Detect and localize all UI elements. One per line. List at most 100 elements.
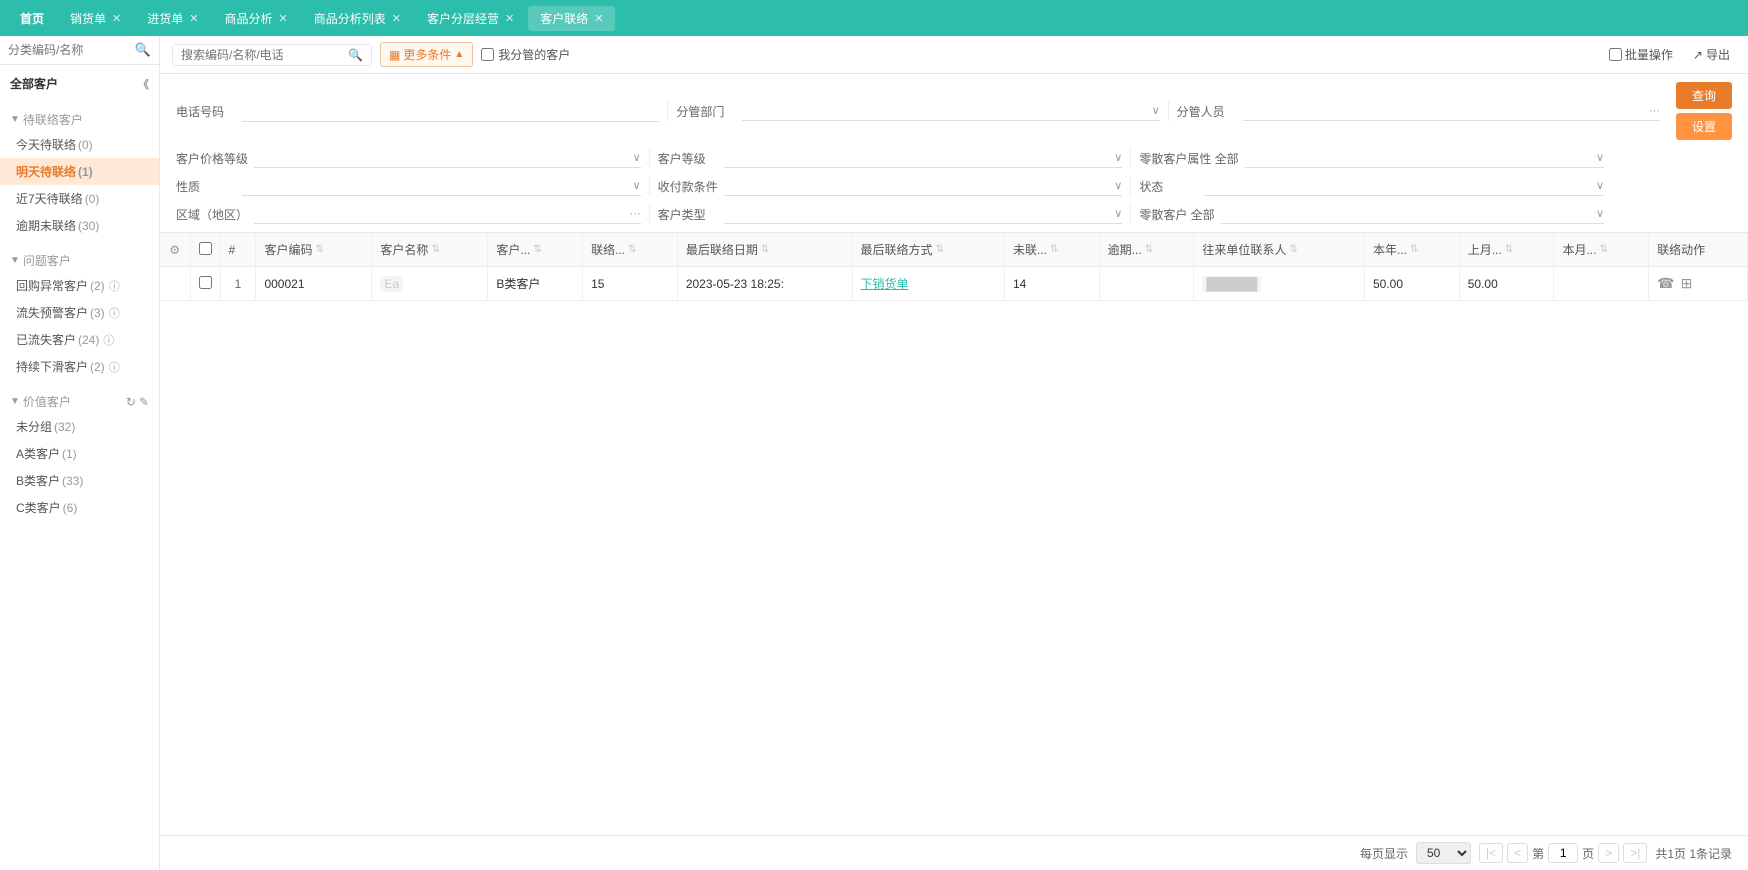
th-overdue[interactable]: 逾期... ⇅ bbox=[1099, 233, 1194, 267]
sidebar-item-class-b[interactable]: B类客户 (33) bbox=[0, 467, 159, 494]
nav-item-sales[interactable]: 销货单 ✕ bbox=[58, 6, 133, 31]
nav-item-goods-analysis[interactable]: 商品分析 ✕ bbox=[212, 6, 299, 31]
batch-checkbox[interactable] bbox=[1609, 48, 1622, 61]
divider-6 bbox=[1130, 176, 1131, 196]
filter-select-dept[interactable]: ∨ bbox=[742, 101, 1159, 121]
more-filter-btn[interactable]: ▦ 更多条件 ▲ bbox=[380, 42, 473, 67]
filter-input-phone[interactable] bbox=[242, 101, 659, 122]
search-input[interactable] bbox=[181, 48, 344, 62]
sidebar-item-churned[interactable]: 已流失客户 (24) ⓘ bbox=[0, 326, 159, 353]
th-last-month[interactable]: 上月... ⇅ bbox=[1459, 233, 1554, 267]
item-class-c-label: C类客户 bbox=[16, 499, 61, 516]
th-this-month[interactable]: 本月... ⇅ bbox=[1554, 233, 1649, 267]
nav-item-purchase[interactable]: 进货单 ✕ bbox=[135, 6, 210, 31]
th-name[interactable]: 客户名称 ⇅ bbox=[372, 233, 488, 267]
nav-goods-analysis-list-close[interactable]: ✕ bbox=[392, 12, 401, 25]
sidebar-group-header-value[interactable]: ▼ 价值客户 ↻ ✎ bbox=[0, 388, 159, 413]
th-contact-person[interactable]: 往来单位联系人 ⇅ bbox=[1194, 233, 1365, 267]
my-customers-checkbox[interactable] bbox=[481, 48, 494, 61]
batch-operation-btn[interactable]: 批量操作 bbox=[1603, 43, 1679, 66]
nav-goods-analysis-close[interactable]: ✕ bbox=[279, 12, 288, 25]
sidebar-item-class-a[interactable]: A类客户 (1) bbox=[0, 440, 159, 467]
filter-label-customer-level: 客户等级 bbox=[658, 150, 718, 167]
td-last-method-row1: 下销货单 bbox=[852, 267, 1004, 301]
my-customers-label: 我分管的客户 bbox=[498, 46, 570, 63]
more-action-icon[interactable]: ⊞ bbox=[1681, 275, 1693, 292]
sidebar-all-customers[interactable]: 全部客户 《 bbox=[0, 69, 159, 98]
filter-select-retail-customer[interactable]: ∨ bbox=[1221, 204, 1604, 224]
nav-customer-contact-close[interactable]: ✕ bbox=[594, 12, 603, 25]
sidebar-item-churn-warning[interactable]: 流失预警客户 (3) ⓘ bbox=[0, 299, 159, 326]
sidebar-item-today[interactable]: 今天待联络 (0) bbox=[0, 131, 159, 158]
edit-icon-value[interactable]: ✎ bbox=[139, 395, 149, 409]
th-code-label: 客户编码 bbox=[264, 241, 312, 258]
td-code-row1[interactable]: 000021 bbox=[256, 267, 372, 301]
td-type-row1: B类客户 bbox=[488, 267, 583, 301]
nav-sales-label: 销货单 bbox=[70, 10, 106, 27]
page-size-select[interactable]: 50 10 20 100 200 bbox=[1416, 842, 1471, 864]
first-page-btn[interactable]: |< bbox=[1479, 843, 1503, 863]
filter-select-price-level[interactable]: ∨ bbox=[254, 148, 641, 168]
sidebar-group-header-problem[interactable]: ▼ 问题客户 bbox=[0, 247, 159, 272]
th-not-contacted[interactable]: 未联... ⇅ bbox=[1004, 233, 1099, 267]
select-all-checkbox[interactable] bbox=[199, 242, 212, 255]
divider-4 bbox=[1130, 148, 1131, 168]
last-page-btn[interactable]: >| bbox=[1623, 843, 1647, 863]
td-gear-row1 bbox=[160, 267, 190, 301]
toolbar: 🔍 ▦ 更多条件 ▲ 我分管的客户 批量操作 ↗ 导出 bbox=[160, 36, 1748, 74]
settings-btn[interactable]: 设置 bbox=[1676, 113, 1732, 140]
th-type[interactable]: 客户... ⇅ bbox=[488, 233, 583, 267]
filter-select-retail-attr[interactable]: ∨ bbox=[1245, 148, 1604, 168]
row1-last-month: 50.00 bbox=[1468, 277, 1498, 291]
filter-field-phone: 电话号码 bbox=[176, 101, 659, 122]
filter-select-person[interactable]: ··· bbox=[1243, 102, 1660, 121]
th-contact-count[interactable]: 联络... ⇅ bbox=[583, 233, 678, 267]
nav-item-customer-contact[interactable]: 客户联络 ✕ bbox=[528, 6, 615, 31]
gear-icon[interactable]: ⚙ bbox=[169, 243, 180, 257]
sort-icon-code: ⇅ bbox=[315, 244, 323, 255]
export-label: 导出 bbox=[1706, 46, 1730, 63]
sidebar-item-7days[interactable]: 近7天待联络 (0) bbox=[0, 185, 159, 212]
item-churn-warning-count: (3) bbox=[90, 306, 105, 320]
th-last-contact-method[interactable]: 最后联络方式 ⇅ bbox=[852, 233, 1004, 267]
nav-item-customer-tier[interactable]: 客户分层经营 ✕ bbox=[415, 6, 526, 31]
sidebar-item-declining[interactable]: 持续下滑客户 (2) ⓘ bbox=[0, 353, 159, 380]
sidebar-item-class-c[interactable]: C类客户 (6) bbox=[0, 494, 159, 521]
sort-icon-this-year: ⇅ bbox=[1410, 244, 1418, 255]
item-declining-count: (2) bbox=[90, 360, 105, 374]
row1-checkbox[interactable] bbox=[199, 276, 212, 289]
page-label: 第 bbox=[1532, 845, 1544, 862]
nav-item-goods-analysis-list[interactable]: 商品分析列表 ✕ bbox=[302, 6, 413, 31]
filter-select-region[interactable]: ··· bbox=[254, 205, 641, 224]
filter-select-status[interactable]: ∨ bbox=[1205, 176, 1604, 196]
nav-customer-tier-close[interactable]: ✕ bbox=[505, 12, 514, 25]
prev-page-btn[interactable]: < bbox=[1507, 843, 1528, 863]
sidebar-item-abnormal-repurchase[interactable]: 回购异常客户 (2) ⓘ bbox=[0, 272, 159, 299]
search-icon[interactable]: 🔍 bbox=[348, 48, 363, 62]
sidebar-search-icon[interactable]: 🔍 bbox=[135, 42, 151, 58]
refresh-icon-value[interactable]: ↻ bbox=[126, 395, 136, 409]
query-btn[interactable]: 查询 bbox=[1676, 82, 1732, 109]
export-btn[interactable]: ↗ 导出 bbox=[1687, 43, 1736, 66]
nav-purchase-close[interactable]: ✕ bbox=[189, 12, 198, 25]
filter-panel: 电话号码 分管部门 ∨ 分管人员 ··· bbox=[160, 74, 1748, 233]
filter-select-customer-level[interactable]: ∨ bbox=[724, 148, 1123, 168]
page-input[interactable] bbox=[1548, 843, 1578, 863]
next-page-btn[interactable]: > bbox=[1598, 843, 1619, 863]
filter-select-customer-type[interactable]: ∨ bbox=[724, 204, 1123, 224]
nav-item-home[interactable]: 首页 bbox=[8, 6, 56, 31]
sidebar-search-input[interactable] bbox=[8, 43, 131, 57]
th-code[interactable]: 客户编码 ⇅ bbox=[256, 233, 372, 267]
sidebar-item-tomorrow[interactable]: 明天待联络 (1) bbox=[0, 158, 159, 185]
th-last-contact-date[interactable]: 最后联络日期 ⇅ bbox=[677, 233, 852, 267]
sidebar-item-ungrouped[interactable]: 未分组 (32) bbox=[0, 413, 159, 440]
filter-select-payment[interactable]: ∨ bbox=[724, 176, 1123, 196]
th-this-year[interactable]: 本年... ⇅ bbox=[1365, 233, 1460, 267]
filter-select-nature[interactable]: ∨ bbox=[242, 176, 641, 196]
td-name-row1[interactable]: Ea bbox=[372, 267, 488, 301]
sidebar-item-overdue[interactable]: 逾期未联络 (30) bbox=[0, 212, 159, 239]
contact-action-icon[interactable]: ☎ bbox=[1657, 275, 1674, 292]
nav-sales-close[interactable]: ✕ bbox=[112, 12, 121, 25]
row1-last-method[interactable]: 下销货单 bbox=[861, 277, 909, 291]
sidebar-group-header-pending[interactable]: ▼ 待联络客户 bbox=[0, 106, 159, 131]
